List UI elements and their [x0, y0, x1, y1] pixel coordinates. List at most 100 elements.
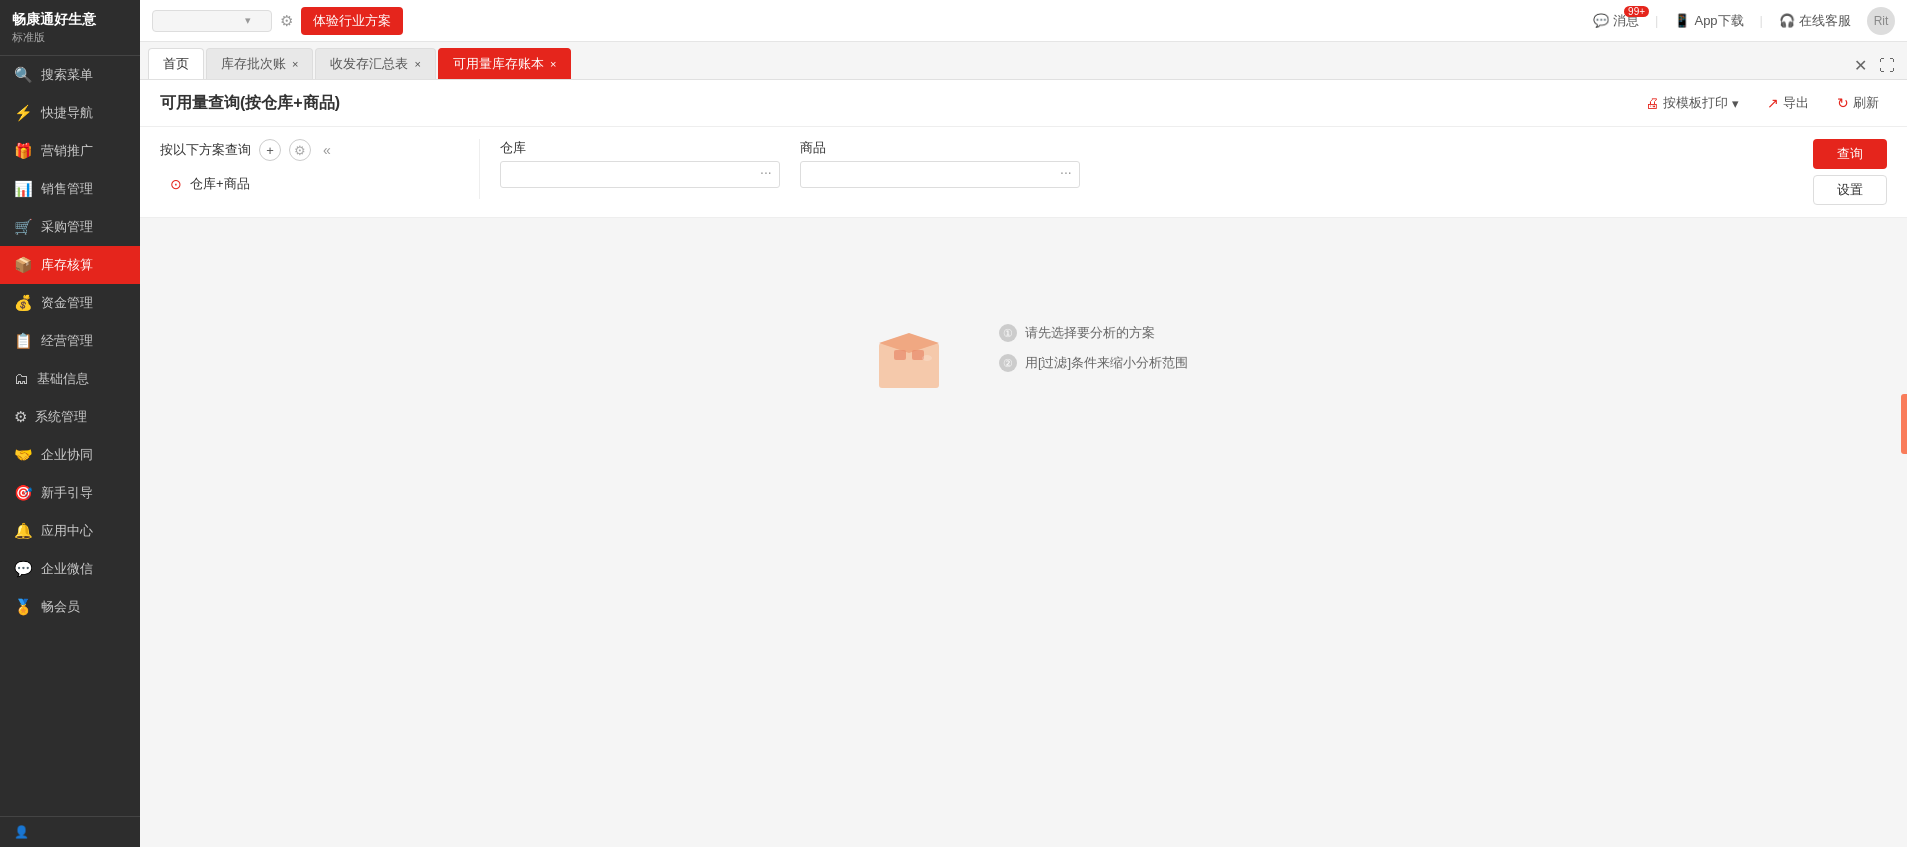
sidebar-item-label: 库存核算: [41, 256, 93, 274]
scheme-item-label: 仓库+商品: [190, 175, 250, 193]
tabbar-actions: ✕ ⛶: [1850, 52, 1899, 79]
tab-home[interactable]: 首页: [148, 48, 204, 79]
app-download-btn[interactable]: 📱 App下载: [1674, 12, 1743, 30]
sidebar-item-label: 营销推广: [41, 142, 93, 160]
user-info[interactable]: Rit: [1867, 7, 1895, 35]
sidebar-item-system[interactable]: ⚙ 系统管理: [0, 398, 140, 436]
expand-icon[interactable]: ⛶: [1875, 53, 1899, 79]
print-icon: 🖨: [1645, 95, 1659, 111]
newuser-icon: 🎯: [14, 484, 33, 502]
svg-rect-2: [894, 350, 906, 360]
service-icon: 🎧: [1779, 13, 1795, 28]
print-chevron-icon: ▾: [1732, 96, 1739, 111]
export-btn[interactable]: ↗ 导出: [1759, 90, 1817, 116]
goods-input[interactable]: [800, 161, 1080, 188]
tab-batch-label: 库存批次账: [221, 55, 286, 73]
filter-panel: 按以下方案查询 + ⚙ « ⊙ 仓库+商品 仓库 ··· 商品: [140, 127, 1907, 218]
message-icon: 💬: [1593, 13, 1609, 28]
filter-scheme-label: 按以下方案查询: [160, 141, 251, 159]
purchase-icon: 🛒: [14, 218, 33, 236]
goods-more-icon[interactable]: ···: [1060, 164, 1080, 180]
avatar: Rit: [1867, 7, 1895, 35]
topbar-search-wrap: ▾: [152, 10, 272, 32]
tab-batch[interactable]: 库存批次账 ×: [206, 48, 313, 79]
query-button[interactable]: 查询: [1813, 139, 1887, 169]
tip-num-2: ②: [999, 354, 1017, 372]
industry-btn[interactable]: 体验行业方案: [301, 7, 403, 35]
refresh-btn[interactable]: ↻ 刷新: [1829, 90, 1887, 116]
sidebar-item-marketing[interactable]: 🎁 营销推广: [0, 132, 140, 170]
sidebar-item-label: 快捷导航: [41, 104, 93, 122]
page-header: 可用量查询(按仓库+商品) 🖨 按模板打印 ▾ ↗ 导出 ↻ 刷新: [140, 80, 1907, 127]
scheme-settings-btn[interactable]: ⚙: [289, 139, 311, 161]
online-service-label: 在线客服: [1799, 12, 1851, 30]
export-label: 导出: [1783, 94, 1809, 112]
sidebar-item-appcenter[interactable]: 🔔 应用中心: [0, 512, 140, 550]
tab-available-close-icon[interactable]: ×: [550, 58, 556, 70]
basic-icon: 🗂: [14, 370, 29, 387]
sidebar-item-label: 资金管理: [41, 294, 93, 312]
tab-home-label: 首页: [163, 55, 189, 73]
warehouse-label: 仓库: [500, 139, 780, 157]
sidebar-item-wecom[interactable]: 💬 企业微信: [0, 550, 140, 588]
app-download-label: App下载: [1694, 12, 1743, 30]
finance-icon: 💰: [14, 294, 33, 312]
tab-summary[interactable]: 收发存汇总表 ×: [315, 48, 435, 79]
sidebar-item-label: 经营管理: [41, 332, 93, 350]
topbar: ▾ ⚙ 体验行业方案 💬 消息 99+ | 📱 App下载 | 🎧 在线客服: [140, 0, 1907, 42]
sidebar-item-search[interactable]: 🔍 搜索菜单: [0, 56, 140, 94]
sidebar-item-label: 采购管理: [41, 218, 93, 236]
sidebar-item-enterprise[interactable]: 🤝 企业协同: [0, 436, 140, 474]
tip-text-1: 请先选择要分析的方案: [1025, 324, 1155, 342]
print-btn[interactable]: 🖨 按模板打印 ▾: [1637, 90, 1747, 116]
close-all-icon[interactable]: ✕: [1850, 52, 1871, 79]
topbar-search-input[interactable]: [161, 14, 241, 28]
add-scheme-btn[interactable]: +: [259, 139, 281, 161]
collapse-icon[interactable]: «: [319, 140, 335, 160]
tab-available[interactable]: 可用量库存账本 ×: [438, 48, 571, 79]
sidebar-item-operation[interactable]: 📋 经营管理: [0, 322, 140, 360]
warehouse-more-icon[interactable]: ···: [760, 164, 780, 180]
sidebar-item-sales[interactable]: 📊 销售管理: [0, 170, 140, 208]
page-header-actions: 🖨 按模板打印 ▾ ↗ 导出 ↻ 刷新: [1637, 90, 1887, 116]
sidebar-item-label: 新手引导: [41, 484, 93, 502]
export-icon: ↗: [1767, 95, 1779, 111]
sidebar-item-member[interactable]: 🏅 畅会员: [0, 588, 140, 626]
appcenter-icon: 🔔: [14, 522, 33, 540]
tip-text-2: 用[过滤]条件来缩小分析范围: [1025, 354, 1188, 372]
warehouse-input[interactable]: [500, 161, 780, 188]
sidebar-item-label: 系统管理: [35, 408, 87, 426]
user-text: Rit: [1874, 14, 1889, 28]
separator2: |: [1760, 13, 1763, 28]
chevron-down-icon: ▾: [245, 14, 251, 27]
sidebar-item-finance[interactable]: 💰 资金管理: [0, 284, 140, 322]
sidebar-logo: 畅康通好生意 标准版: [0, 0, 140, 56]
sidebar-bottom[interactable]: 👤: [0, 816, 140, 847]
message-btn[interactable]: 💬 消息 99+: [1593, 12, 1639, 30]
sidebar-item-label: 搜索菜单: [41, 66, 93, 84]
refresh-icon: ↻: [1837, 95, 1849, 111]
tab-summary-close-icon[interactable]: ×: [414, 58, 420, 70]
scheme-warehouse-goods[interactable]: ⊙ 仓库+商品: [160, 169, 463, 199]
sidebar-item-basic[interactable]: 🗂 基础信息: [0, 360, 140, 398]
tab-summary-label: 收发存汇总表: [330, 55, 408, 73]
empty-illustration: [859, 298, 959, 398]
inventory-icon: 📦: [14, 256, 33, 274]
print-label: 按模板打印: [1663, 94, 1728, 112]
online-service-btn[interactable]: 🎧 在线客服: [1779, 12, 1851, 30]
tab-batch-close-icon[interactable]: ×: [292, 58, 298, 70]
wecom-icon: 💬: [14, 560, 33, 578]
sidebar-item-inventory[interactable]: 📦 库存核算: [0, 246, 140, 284]
sidebar-item-label: 基础信息: [37, 370, 89, 388]
gear-icon[interactable]: ⚙: [280, 12, 293, 30]
filter-scheme-header: 按以下方案查询 + ⚙ «: [160, 139, 463, 161]
sidebar-item-newuser[interactable]: 🎯 新手引导: [0, 474, 140, 512]
separator: |: [1655, 13, 1658, 28]
sidebar-item-shortcuts[interactable]: ⚡ 快捷导航: [0, 94, 140, 132]
user-bottom-icon: 👤: [14, 825, 29, 839]
filter-actions: 查询 设置: [1813, 139, 1887, 205]
sidebar-item-purchase[interactable]: 🛒 采购管理: [0, 208, 140, 246]
tab-available-label: 可用量库存账本: [453, 55, 544, 73]
settings-button[interactable]: 设置: [1813, 175, 1887, 205]
sidebar-item-label: 企业协同: [41, 446, 93, 464]
